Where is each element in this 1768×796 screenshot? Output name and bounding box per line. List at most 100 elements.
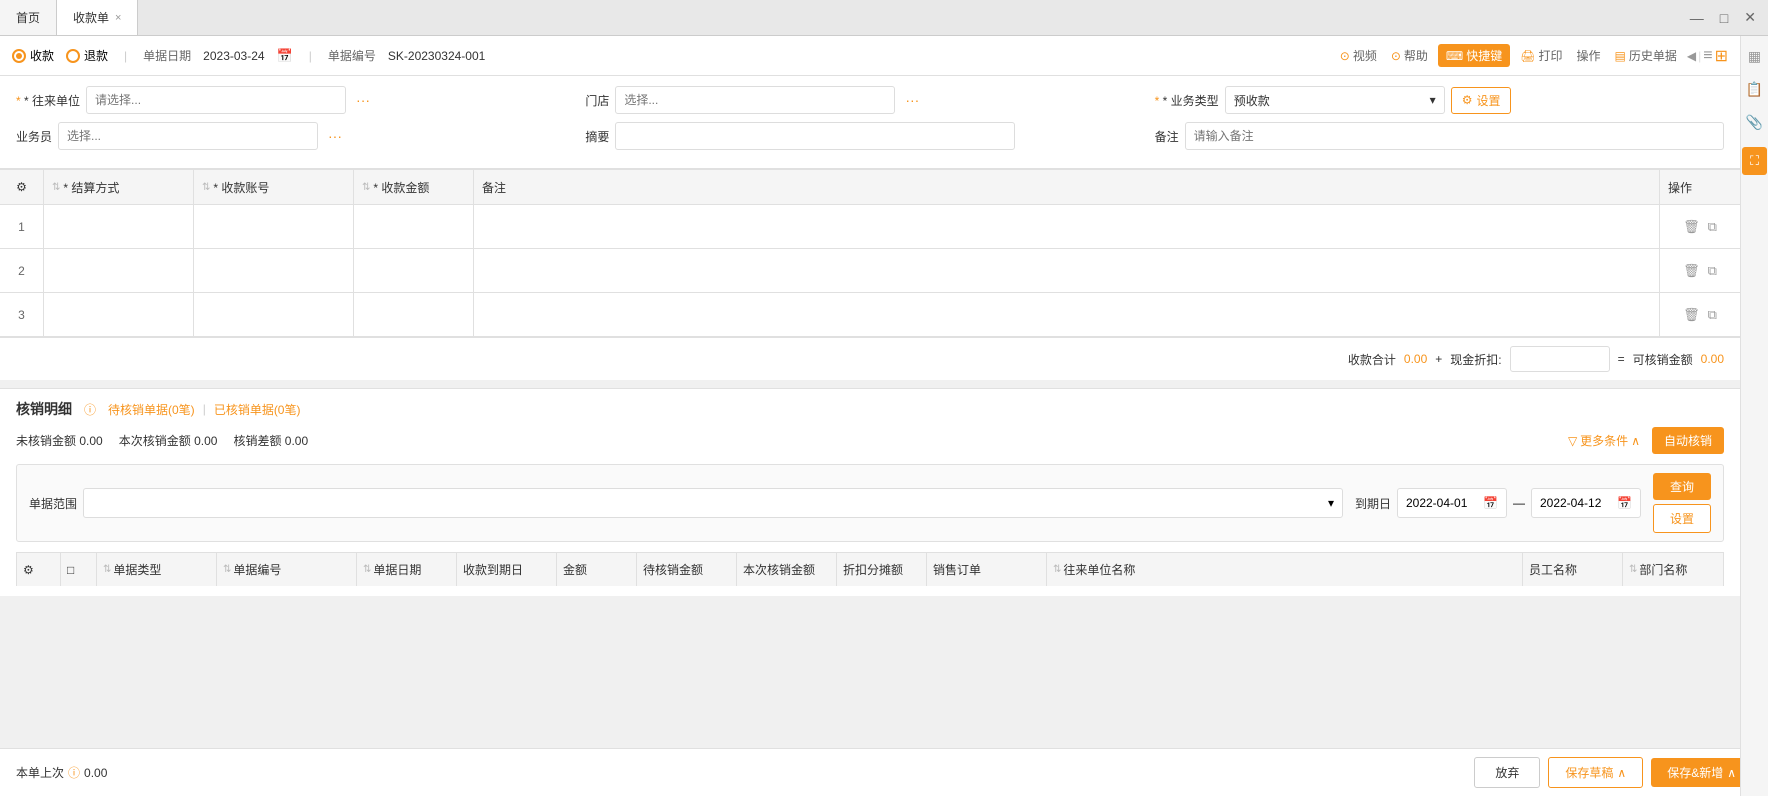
print-btn[interactable]: 🖨 打印 (1516, 47, 1566, 64)
operation-btn[interactable]: 操作 (1573, 47, 1605, 64)
store-more-icon[interactable]: ··· (905, 92, 919, 108)
camera-icon[interactable]: ⛶ (1742, 147, 1767, 175)
bottom-info: 本单上次 ⓘ 0.00 (16, 764, 107, 781)
filter-buttons: 查询 设置 (1653, 473, 1711, 533)
filter-settings-button[interactable]: 设置 (1653, 504, 1711, 533)
history-btn[interactable]: ▤ 历史单据 (1611, 47, 1681, 64)
help-btn[interactable]: ⊙ 帮助 (1387, 47, 1432, 64)
th-gear[interactable]: ⚙ (0, 170, 44, 204)
sep-nav: | (1698, 49, 1701, 63)
save-new-label: 保存&新增 (1667, 764, 1723, 781)
row1-index: 1 (0, 205, 44, 248)
sub-th-employee-label: 员工名称 (1529, 561, 1577, 578)
discard-button[interactable]: 放弃 (1474, 757, 1540, 788)
date-dash: — (1513, 496, 1525, 510)
row1-payment[interactable] (44, 205, 194, 248)
row2-num: 2 (18, 264, 25, 278)
date-from-value: 2022-04-01 (1406, 496, 1467, 510)
discount-input[interactable] (1510, 346, 1610, 372)
more-conditions-btn[interactable]: ▽ 更多条件 ∧ (1568, 432, 1640, 449)
document-icon[interactable]: 📋 (1742, 77, 1767, 102)
range-select[interactable]: ▾ (83, 488, 1343, 518)
sub-th-sales-order-label: 销售订单 (933, 561, 981, 578)
list-icon[interactable]: ≡ (1703, 47, 1712, 65)
row2-delete-icon[interactable]: 🗑 (1683, 263, 1700, 279)
row3-account[interactable] (194, 293, 354, 336)
pending-tab[interactable]: 待核销单据(0笔) (108, 401, 195, 418)
date-to-input[interactable]: 2022-04-12 📅 (1531, 488, 1641, 518)
prev-arrow[interactable]: ◀ (1687, 49, 1696, 63)
remark-input[interactable] (1185, 122, 1724, 150)
save-new-button[interactable]: 保存&新增 ∧ (1651, 758, 1752, 787)
sep1: | (124, 49, 127, 63)
row2-amount[interactable] (354, 249, 474, 292)
print-icon: 🖨 (1520, 49, 1535, 63)
grid-icon[interactable]: ⊞ (1715, 46, 1728, 66)
radio-receive[interactable]: 收款 (12, 47, 54, 64)
agent-more-icon[interactable]: ··· (328, 128, 342, 144)
summary-input[interactable] (615, 122, 1015, 150)
sub-gear-icon: ⚙ (23, 563, 34, 577)
row1-delete-icon[interactable]: 🗑 (1683, 219, 1700, 235)
partner-more-icon[interactable]: ··· (356, 92, 370, 108)
tab-home[interactable]: 首页 (0, 0, 57, 35)
video-btn[interactable]: ⊙ 视频 (1336, 47, 1381, 64)
draft-arrow-icon: ∧ (1617, 766, 1626, 780)
form-row-1: * 往来单位 ··· 门店 ··· * 业务类型 预收款 ▾ ⚙ 设置 (16, 86, 1724, 114)
row3-amount[interactable] (354, 293, 474, 336)
row2-payment[interactable] (44, 249, 194, 292)
sub-th-doc-num-label: 单据编号 (233, 561, 281, 578)
row2-account[interactable] (194, 249, 354, 292)
more-conditions-label: 更多条件 (1580, 432, 1628, 449)
row3-remark[interactable] (474, 293, 1660, 336)
row3-copy-icon[interactable]: ⧉ (1708, 307, 1717, 323)
date-from-input[interactable]: 2022-04-01 📅 (1397, 488, 1507, 518)
row3-num: 3 (18, 308, 25, 322)
chevron-down-icon: ▾ (1430, 93, 1436, 107)
close-button[interactable]: ✕ (1740, 9, 1760, 26)
sub-th-partner: ⇅ 往来单位名称 (1047, 553, 1523, 586)
store-input[interactable] (615, 86, 895, 114)
row2-copy-icon[interactable]: ⧉ (1708, 263, 1717, 279)
query-button[interactable]: 查询 (1653, 473, 1711, 500)
sub-th-sales-order: 销售订单 (927, 553, 1047, 586)
row1-copy-icon[interactable]: ⧉ (1708, 219, 1717, 235)
hexiao-stats: 未核销金额 0.00 本次核销金额 0.00 核销差额 0.00 ▽ 更多条件 … (16, 427, 1724, 454)
calendar-icon[interactable]: 📅 (277, 48, 293, 64)
row1-amount[interactable] (354, 205, 474, 248)
draft-button[interactable]: 保存草稿 ∧ (1548, 757, 1643, 788)
row3-delete-icon[interactable]: 🗑 (1683, 307, 1700, 323)
number-label: 单据编号 (328, 47, 376, 64)
uncleared-value: 0.00 (79, 434, 102, 448)
done-tab[interactable]: 已核销单据(0笔) (214, 401, 301, 418)
tab-close-icon[interactable]: × (115, 12, 121, 24)
auto-clear-button[interactable]: 自动核销 (1652, 427, 1724, 454)
toolbar-right: ⊙ 视频 ⊙ 帮助 ⌨ 快捷键 🖨 打印 操作 ▤ 历史单据 (1336, 44, 1728, 67)
summary-field: 摘要 (585, 122, 1154, 150)
agent-input[interactable] (58, 122, 318, 150)
sub-th-check[interactable]: □ (61, 553, 97, 586)
filter-right: ▽ 更多条件 ∧ 自动核销 (1568, 427, 1724, 454)
maximize-button[interactable]: □ (1716, 10, 1732, 26)
table-icon[interactable]: ▦ (1744, 44, 1765, 69)
row1-account[interactable] (194, 205, 354, 248)
row1-remark[interactable] (474, 205, 1660, 248)
radio-return[interactable]: 退款 (66, 47, 108, 64)
biz-type-select[interactable]: 预收款 ▾ (1225, 86, 1445, 114)
minimize-button[interactable]: — (1686, 10, 1708, 26)
row3-payment[interactable] (44, 293, 194, 336)
nav-arrows[interactable]: ◀ | ≡ ⊞ (1687, 46, 1728, 66)
partner-input[interactable] (86, 86, 346, 114)
sub-th-due-date: 收款到期日 (457, 553, 557, 586)
shortcut-btn[interactable]: ⌨ 快捷键 (1438, 44, 1510, 67)
row2-remark[interactable] (474, 249, 1660, 292)
info-icon[interactable]: ⓘ (68, 764, 80, 781)
date-value: 2023-03-24 (203, 49, 264, 63)
tab-active[interactable]: 收款单 × (57, 0, 138, 35)
row3-index: 3 (0, 293, 44, 336)
clip-icon[interactable]: 📎 (1742, 110, 1767, 135)
receipt-table: ⚙ ⇅ * 结算方式 ⇅ * 收款账号 ⇅ * 收款金额 备注 操作 (0, 169, 1740, 380)
sub-th-gear[interactable]: ⚙ (17, 553, 61, 586)
bottom-right: 放弃 保存草稿 ∧ 保存&新增 ∧ (1474, 757, 1752, 788)
settings-button[interactable]: ⚙ 设置 (1451, 87, 1512, 114)
